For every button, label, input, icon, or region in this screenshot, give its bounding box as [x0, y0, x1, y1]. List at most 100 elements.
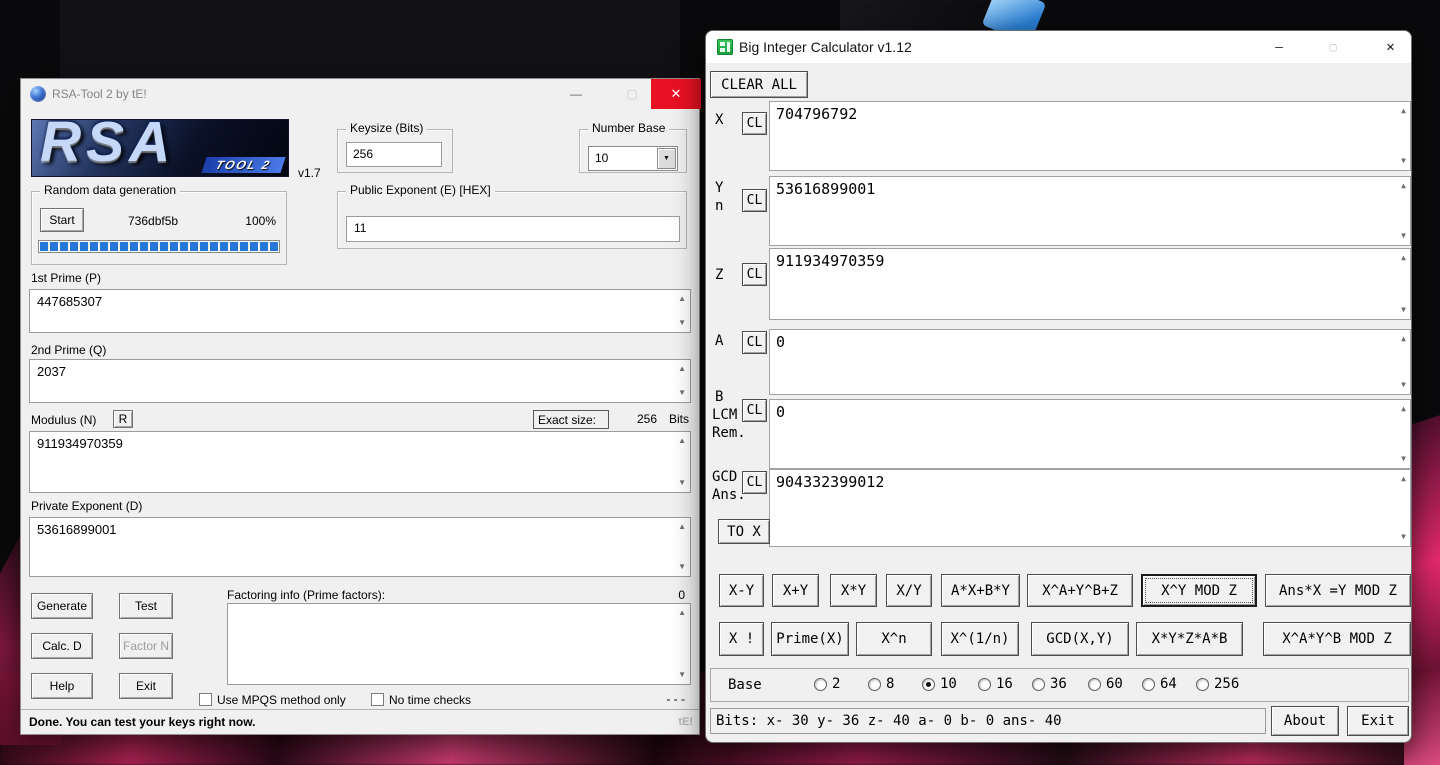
op-xy-mod-z-button[interactable]: X^Y MOD Z — [1141, 574, 1257, 607]
ans-value: 904332399012 — [776, 473, 885, 491]
r-button[interactable]: R — [113, 410, 133, 428]
scroll-down-icon[interactable]: ▼ — [678, 563, 686, 571]
base-option-8[interactable]: 8 — [868, 676, 894, 692]
base-option-16[interactable]: 16 — [978, 676, 1013, 692]
a-value-field[interactable]: 0 ▲ ▼ — [769, 329, 1411, 395]
public-exponent-input[interactable]: 11 — [346, 216, 680, 242]
op-x-plus-y-button[interactable]: X+Y — [772, 574, 819, 607]
to-x-button[interactable]: TO X — [718, 519, 770, 544]
keysize-value: 256 — [353, 147, 374, 161]
clear-all-button[interactable]: CLEAR ALL — [710, 71, 808, 98]
op-xa-yb-z-button[interactable]: X^A+Y^B+Z — [1027, 574, 1133, 607]
start-button[interactable]: Start — [40, 208, 84, 232]
minimize-button[interactable]: — — [553, 79, 599, 109]
op-xyzab-button[interactable]: X*Y*Z*A*B — [1136, 622, 1243, 656]
op-factorial-button[interactable]: X ! — [719, 622, 764, 656]
factor-n-button[interactable]: Factor N — [119, 633, 173, 659]
close-button[interactable]: ✕ — [1368, 31, 1411, 63]
scroll-up-icon[interactable]: ▲ — [1401, 475, 1406, 483]
modulus-field[interactable]: 911934970359 ▲ ▼ — [29, 431, 691, 493]
rsa-logo-text: RSA — [40, 119, 176, 174]
calc-d-button[interactable]: Calc. D — [31, 633, 93, 659]
scroll-down-icon[interactable]: ▼ — [1401, 455, 1406, 463]
base-option-2[interactable]: 2 — [814, 676, 840, 692]
base-option-36[interactable]: 36 — [1032, 676, 1067, 692]
modulus-value: 911934970359 — [37, 436, 123, 451]
scroll-up-icon[interactable]: ▲ — [678, 437, 686, 445]
x-clear-button[interactable]: CL — [742, 112, 767, 135]
scroll-down-icon[interactable]: ▼ — [1401, 533, 1406, 541]
op-prime-x-button[interactable]: Prime(X) — [771, 622, 849, 656]
base-option-256[interactable]: 256 — [1196, 676, 1239, 692]
base-option-64[interactable]: 64 — [1142, 676, 1177, 692]
scroll-down-icon[interactable]: ▼ — [678, 479, 686, 487]
scroll-down-icon[interactable]: ▼ — [678, 671, 686, 679]
scroll-down-icon[interactable]: ▼ — [678, 389, 686, 397]
minimize-button[interactable]: — — [1256, 31, 1302, 63]
base-256-label: 256 — [1214, 676, 1240, 692]
scroll-down-icon[interactable]: ▼ — [1401, 381, 1406, 389]
b-value-field[interactable]: 0 ▲ ▼ — [769, 399, 1411, 469]
ans-value-field[interactable]: 904332399012 ▲ ▼ — [769, 469, 1411, 547]
a-clear-button[interactable]: CL — [742, 331, 767, 354]
scroll-up-icon[interactable]: ▲ — [678, 295, 686, 303]
factoring-info-value — [228, 604, 690, 612]
base-option-60[interactable]: 60 — [1088, 676, 1123, 692]
scroll-up-icon[interactable]: ▲ — [1401, 405, 1406, 413]
op-xayb-mod-z-button[interactable]: X^A*Y^B MOD Z — [1263, 622, 1411, 656]
scroll-up-icon[interactable]: ▲ — [1401, 254, 1406, 262]
help-button[interactable]: Help — [31, 673, 93, 699]
test-button[interactable]: Test — [119, 593, 173, 619]
maximize-button[interactable]: ▢ — [1310, 31, 1356, 63]
about-button[interactable]: About — [1271, 706, 1339, 736]
keysize-input[interactable]: 256 — [346, 142, 442, 167]
prime-q-value: 2037 — [37, 364, 66, 379]
close-button[interactable]: ✕ — [651, 79, 701, 109]
prime-p-field[interactable]: 447685307 ▲ ▼ — [29, 289, 691, 333]
scroll-down-icon[interactable]: ▼ — [678, 319, 686, 327]
keysize-group-label: Keysize (Bits) — [346, 121, 428, 135]
op-axby-button[interactable]: A*X+B*Y — [941, 574, 1020, 607]
generate-button[interactable]: Generate — [31, 593, 93, 619]
z-value-field[interactable]: 911934970359 ▲ ▼ — [769, 248, 1411, 320]
a-label: A — [715, 333, 724, 349]
number-base-group: Number Base 10 ▼ — [579, 121, 687, 173]
scroll-up-icon[interactable]: ▲ — [678, 523, 686, 531]
scroll-down-icon[interactable]: ▼ — [1401, 306, 1406, 314]
base-60-radio-icon — [1088, 677, 1101, 691]
op-x-pow-n-button[interactable]: X^n — [856, 622, 932, 656]
op-x-root-n-button[interactable]: X^(1/n) — [941, 622, 1019, 656]
number-base-select[interactable]: 10 ▼ — [588, 146, 678, 171]
factoring-info-field[interactable]: ▲ ▼ — [227, 603, 691, 685]
b-clear-button[interactable]: CL — [742, 399, 767, 422]
scroll-down-icon[interactable]: ▼ — [1401, 232, 1406, 240]
calculator-app-icon — [717, 39, 733, 55]
base-option-10[interactable]: 10 — [922, 676, 957, 692]
base-64-radio-icon — [1142, 677, 1155, 691]
prime-q-field[interactable]: 2037 ▲ ▼ — [29, 359, 691, 403]
y-clear-button[interactable]: CL — [742, 189, 767, 212]
op-x-times-y-button[interactable]: X*Y — [830, 574, 877, 607]
op-gcd-xy-button[interactable]: GCD(X,Y) — [1031, 622, 1129, 656]
scroll-up-icon[interactable]: ▲ — [1401, 335, 1406, 343]
op-ans-x-mod-z-button[interactable]: Ans*X =Y MOD Z — [1265, 574, 1411, 607]
exit-button[interactable]: Exit — [119, 673, 173, 699]
ans-clear-button[interactable]: CL — [742, 471, 767, 494]
exit-button[interactable]: Exit — [1347, 706, 1409, 736]
private-exponent-field[interactable]: 53616899001 ▲ ▼ — [29, 517, 691, 577]
scroll-up-icon[interactable]: ▲ — [1401, 107, 1406, 115]
y-value-field[interactable]: 53616899001 ▲ ▼ — [769, 176, 1411, 246]
x-value-field[interactable]: 704796792 ▲ ▼ — [769, 101, 1411, 171]
scroll-up-icon[interactable]: ▲ — [678, 609, 686, 617]
scroll-up-icon[interactable]: ▲ — [678, 365, 686, 373]
z-clear-button[interactable]: CL — [742, 263, 767, 286]
calc-titlebar[interactable]: Big Integer Calculator v1.12 — ▢ ✕ — [706, 31, 1411, 63]
rsa-titlebar[interactable]: RSA-Tool 2 by tE! — ▢ ✕ — [21, 79, 701, 109]
chevron-down-icon[interactable]: ▼ — [657, 148, 676, 169]
base-256-radio-icon — [1196, 677, 1209, 691]
scroll-down-icon[interactable]: ▼ — [1401, 157, 1406, 165]
maximize-button[interactable]: ▢ — [609, 79, 655, 109]
op-x-div-y-button[interactable]: X/Y — [886, 574, 932, 607]
op-x-minus-y-button[interactable]: X-Y — [719, 574, 764, 607]
scroll-up-icon[interactable]: ▲ — [1401, 182, 1406, 190]
